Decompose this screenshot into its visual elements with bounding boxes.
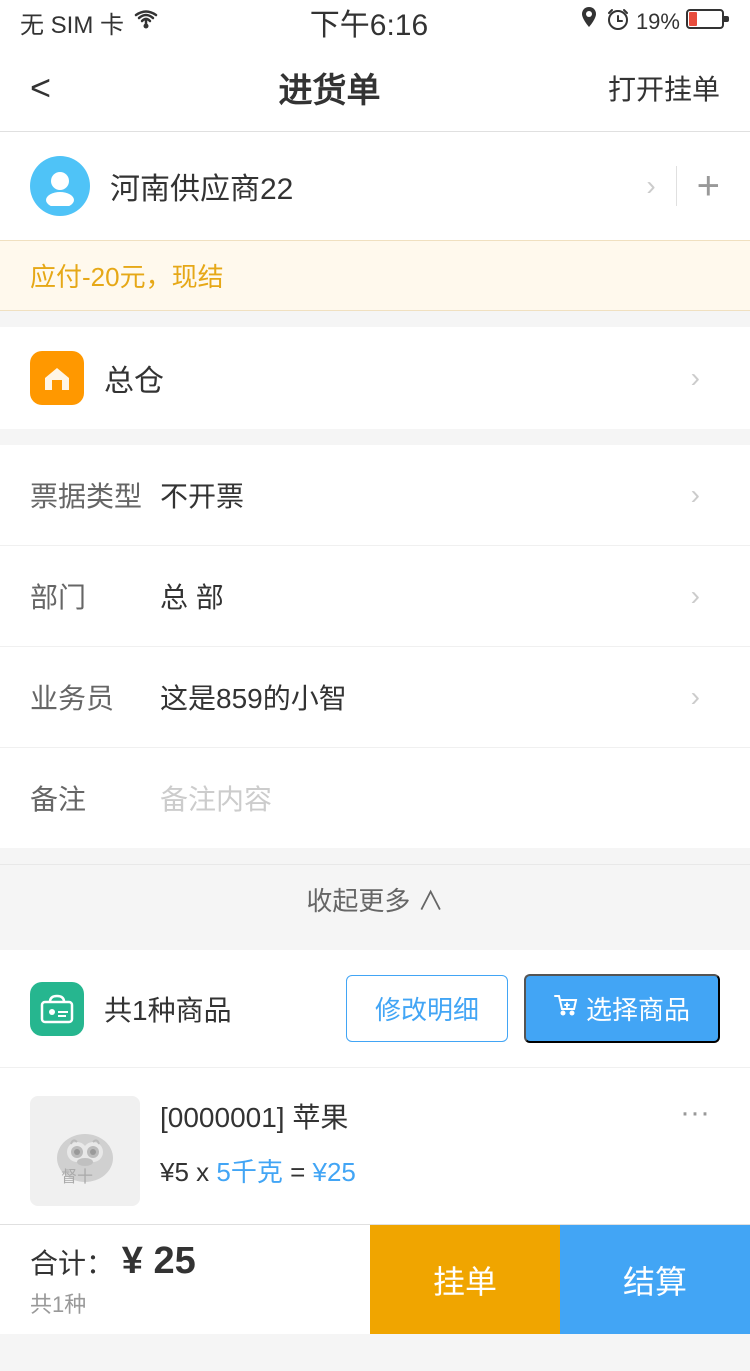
product-more-button[interactable]: ··· xyxy=(670,1096,720,1130)
staff-value: 这是859的小智 xyxy=(160,677,691,717)
total-row: 合计： ¥ 25 xyxy=(30,1240,340,1283)
status-icons: 19% xyxy=(578,7,730,37)
unit-price: ¥5 xyxy=(160,1157,189,1187)
supplier-row[interactable]: 河南供应商22 › + xyxy=(0,132,750,240)
total-section: 合计： ¥ 25 共1种 xyxy=(0,1225,370,1334)
nav-bar: < 进货单 打开挂单 xyxy=(0,44,750,132)
invoice-type-row[interactable]: 票据类型 不开票 › xyxy=(0,445,750,545)
product-item: 督十 [0000001] 苹果 ¥5 x 5千克 = ¥25 ··· xyxy=(0,1068,750,1235)
equals-sign: = xyxy=(290,1157,312,1187)
warehouse-name: 总仓 xyxy=(104,356,691,400)
cart-icon xyxy=(554,993,578,1024)
product-info: [0000001] 苹果 ¥5 x 5千克 = ¥25 xyxy=(160,1096,670,1189)
products-section: 共1种商品 修改明细 选择商品 xyxy=(0,950,750,1235)
wifi-icon xyxy=(132,8,160,37)
alarm-icon xyxy=(606,7,630,37)
staff-chevron-icon: › xyxy=(691,681,700,713)
supplier-chevron-icon: › xyxy=(646,170,655,202)
status-network: 无 SIM 卡 xyxy=(20,5,160,40)
supplier-name: 河南供应商22 xyxy=(110,164,646,208)
total-amount: ¥ 25 xyxy=(122,1240,196,1282)
product-icon xyxy=(30,982,84,1036)
supplier-notice: 应付-20元，现结 xyxy=(0,240,750,311)
warehouse-chevron-icon: › xyxy=(691,362,700,394)
select-product-button[interactable]: 选择商品 xyxy=(524,974,720,1043)
product-code: [0000001] xyxy=(160,1102,285,1133)
warehouse-section: 总仓 › xyxy=(0,327,750,429)
edit-detail-button[interactable]: 修改明细 xyxy=(346,975,508,1042)
product-count: 共1种商品 xyxy=(104,989,346,1029)
divider xyxy=(676,166,677,206)
remark-row[interactable]: 备注 备注内容 xyxy=(0,747,750,848)
product-header: 共1种商品 修改明细 选择商品 xyxy=(0,950,750,1068)
product-thumbnail: 督十 xyxy=(30,1096,140,1206)
total-sub: 共1种 xyxy=(30,1287,340,1319)
product-total: ¥25 xyxy=(313,1157,356,1187)
battery-percentage: 19% xyxy=(636,9,680,35)
remark-label: 备注 xyxy=(30,778,160,818)
pending-button[interactable]: 挂单 xyxy=(370,1225,560,1334)
bottom-bar: 合计： ¥ 25 共1种 挂单 结算 xyxy=(0,1224,750,1334)
status-time: 下午6:16 xyxy=(310,0,428,44)
select-product-label: 选择商品 xyxy=(586,990,690,1027)
invoice-chevron-icon: › xyxy=(691,479,700,511)
dept-chevron-icon: › xyxy=(691,580,700,612)
network-label: 无 SIM 卡 xyxy=(20,5,124,40)
svg-text:督十: 督十 xyxy=(61,1168,93,1186)
collapse-button[interactable]: 收起更多 ∧ xyxy=(0,864,750,934)
status-bar: 无 SIM 卡 下午6:16 19 xyxy=(0,0,750,44)
back-button[interactable]: < xyxy=(30,67,51,109)
product-title: 苹果 xyxy=(292,1102,348,1133)
staff-label: 业务员 xyxy=(30,677,160,717)
dept-value: 总 部 xyxy=(160,576,691,616)
supplier-avatar xyxy=(30,156,90,216)
battery-icon xyxy=(686,8,730,36)
add-supplier-button[interactable]: + xyxy=(697,166,720,206)
collapse-label: 收起更多 ∧ xyxy=(306,881,443,918)
warehouse-row[interactable]: 总仓 › xyxy=(0,327,750,429)
product-name: [0000001] 苹果 xyxy=(160,1096,670,1136)
dept-label: 部门 xyxy=(30,576,160,616)
remark-input[interactable]: 备注内容 xyxy=(160,778,720,818)
invoice-label: 票据类型 xyxy=(30,475,160,515)
total-label: 合计： xyxy=(30,1248,114,1279)
location-icon xyxy=(578,7,600,37)
multiply-sign: x xyxy=(196,1157,216,1187)
checkout-button[interactable]: 结算 xyxy=(560,1225,750,1334)
product-price-row: ¥5 x 5千克 = ¥25 xyxy=(160,1152,670,1189)
product-quantity: 5千克 xyxy=(216,1157,282,1187)
invoice-value: 不开票 xyxy=(160,475,691,515)
warehouse-icon xyxy=(30,351,84,405)
dept-row[interactable]: 部门 总 部 › xyxy=(0,545,750,646)
staff-row[interactable]: 业务员 这是859的小智 › xyxy=(0,646,750,747)
open-pending-button[interactable]: 打开挂单 xyxy=(608,68,720,108)
supplier-section: 河南供应商22 › + 应付-20元，现结 xyxy=(0,132,750,311)
page-title: 进货单 xyxy=(279,63,381,112)
form-section: 票据类型 不开票 › 部门 总 部 › 业务员 这是859的小智 › 备注 备注… xyxy=(0,445,750,848)
